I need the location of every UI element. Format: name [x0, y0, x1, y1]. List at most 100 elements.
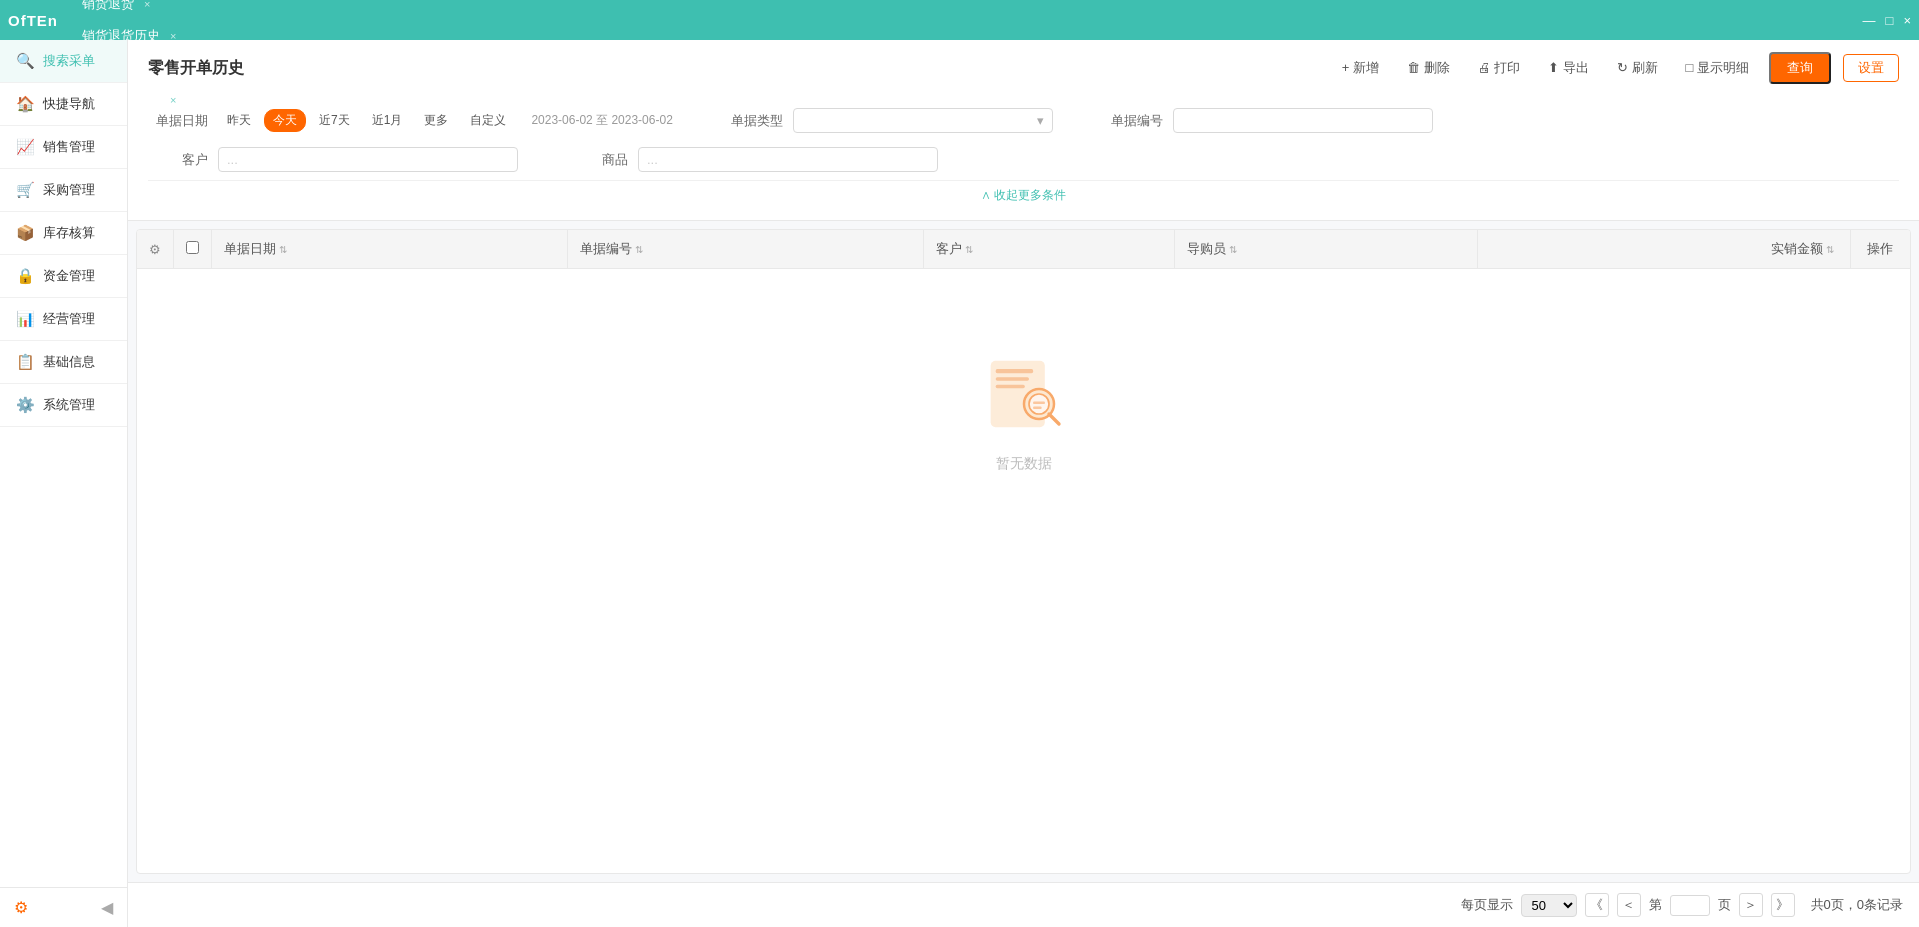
customer-placeholder: ... — [227, 152, 509, 167]
order-type-dropdown-icon: ▾ — [1037, 113, 1044, 128]
sidebar-label-6: 经营管理 — [43, 310, 95, 328]
date-shortcuts: 昨天今天近7天近1月更多自定义 — [218, 109, 515, 132]
prev-page-btn[interactable]: ＜ — [1617, 893, 1641, 917]
filter-area: 单据日期 昨天今天近7天近1月更多自定义 2023-06-02 至 2023-0… — [148, 94, 1899, 220]
order-no-input[interactable] — [1173, 108, 1433, 133]
tab-close-icon[interactable]: × — [170, 94, 176, 106]
delete-button[interactable]: 🗑 删除 — [1399, 55, 1458, 81]
tab-close-icon[interactable]: × — [144, 62, 150, 74]
page-number-input[interactable]: 1 — [1670, 895, 1710, 916]
empty-state: 暂无数据 — [137, 269, 1910, 553]
sidebar-label-2: 销售管理 — [43, 138, 95, 156]
sidebar-item-0[interactable]: 🔍搜索采单 — [0, 40, 127, 83]
sidebar-item-7[interactable]: 📋基础信息 — [0, 341, 127, 384]
total-label: 共0页，0条记录 — [1811, 896, 1903, 914]
per-page-select[interactable]: 50 10 20 100 — [1521, 894, 1577, 917]
col-op: 操作 — [1850, 230, 1910, 269]
select-all-checkbox[interactable] — [186, 241, 199, 254]
sidebar-item-6[interactable]: 📊 经营管理 — [0, 298, 127, 341]
brand-logo: OfTEn — [8, 12, 58, 29]
date-label: 单据日期 — [148, 112, 208, 130]
order-type-select[interactable]: ▾ — [793, 108, 1053, 133]
empty-text: 暂无数据 — [996, 455, 1052, 473]
sidebar-icon-5: 🔒 — [16, 267, 35, 285]
date-shortcut-近7天[interactable]: 近7天 — [310, 109, 359, 132]
product-select[interactable]: ... — [638, 147, 938, 172]
date-shortcut-昨天[interactable]: 昨天 — [218, 109, 260, 132]
date-shortcut-自定义[interactable]: 自定义 — [461, 109, 515, 132]
sort-icon-date: ⇅ — [279, 244, 287, 255]
sort-icon-amount: ⇅ — [1826, 244, 1834, 255]
sidebar-item-4[interactable]: 📦库存核算 — [0, 212, 127, 255]
print-button[interactable]: 🖨 打印 — [1470, 55, 1529, 81]
col-op-label: 操作 — [1867, 241, 1893, 256]
window-controls: — □ × — [1863, 13, 1911, 28]
sidebar-icon-6: 📊 — [16, 310, 35, 328]
sort-icon-customer: ⇅ — [965, 244, 973, 255]
sidebar-label-7: 基础信息 — [43, 353, 95, 371]
order-no-label: 单据编号 — [1103, 112, 1163, 130]
close-btn[interactable]: × — [1903, 13, 1911, 28]
collapse-filter-bar[interactable]: ∧ 收起更多条件 — [148, 180, 1899, 210]
first-page-btn[interactable]: 《 — [1585, 893, 1609, 917]
sidebar-item-8[interactable]: ⚙️系统管理 — [0, 384, 127, 427]
date-shortcut-近1月[interactable]: 近1月 — [363, 109, 412, 132]
date-shortcut-更多[interactable]: 更多 — [415, 109, 457, 132]
col-date-label: 单据日期 — [224, 240, 276, 258]
filter-row-1: 单据日期 昨天今天近7天近1月更多自定义 2023-06-02 至 2023-0… — [148, 104, 1899, 137]
sort-icon-order-no: ⇅ — [635, 244, 643, 255]
content-area: 零售开单历史 + 新增 🗑 删除 🖨 打印 ⬆ 导出 ↻ 刷新 □ 显示明细 查… — [128, 40, 1919, 927]
sidebar-icon-1: 🏠 — [16, 95, 35, 113]
export-button[interactable]: ⬆ 导出 — [1540, 55, 1597, 81]
display-detail-button[interactable]: □ 显示明细 — [1678, 55, 1757, 81]
col-date: 单据日期 ⇅ — [212, 230, 568, 269]
maximize-btn[interactable]: □ — [1886, 13, 1894, 28]
sidebar-bottom: ⚙ ◀ — [0, 887, 127, 927]
sort-amount[interactable]: 实销金额 ⇅ — [1490, 240, 1833, 258]
data-table: ⚙ 单据日期 ⇅ 单据编号 — [137, 230, 1910, 269]
date-shortcut-今天[interactable]: 今天 — [264, 109, 306, 132]
sidebar-item-3[interactable]: 🛒采购管理 — [0, 169, 127, 212]
col-gear[interactable]: ⚙ — [137, 230, 174, 269]
add-button[interactable]: + 新增 — [1334, 55, 1387, 81]
collapse-sidebar-icon[interactable]: ◀ — [101, 898, 113, 917]
sidebar: 🔍搜索采单 🏠 快捷导航 📈销售管理🛒采购管理📦库存核算🔒资金管理 📊 经营管理 📋基础信息… — [0, 40, 128, 927]
sidebar-nav: 🔍搜索采单 🏠 快捷导航 📈销售管理🛒采购管理📦库存核算🔒资金管理 📊 经营管理 📋基础信息… — [0, 40, 127, 427]
svg-rect-3 — [995, 385, 1024, 388]
sort-order-no[interactable]: 单据编号 ⇅ — [580, 240, 911, 258]
product-placeholder: ... — [647, 152, 929, 167]
sidebar-item-1[interactable]: 🏠 快捷导航 — [0, 83, 127, 126]
next-page-btn[interactable]: ＞ — [1739, 893, 1763, 917]
nav-tab-销货退货[interactable]: 销货退货× — [68, 0, 190, 20]
col-checkbox[interactable] — [174, 230, 212, 269]
sort-salesperson[interactable]: 导购员 ⇅ — [1187, 240, 1465, 258]
customer-select[interactable]: ... — [218, 147, 518, 172]
page-title-row: 零售开单历史 + 新增 🗑 删除 🖨 打印 ⬆ 导出 ↻ 刷新 □ 显示明细 查… — [148, 52, 1899, 84]
gear-icon[interactable]: ⚙ — [149, 242, 161, 257]
sidebar-item-2[interactable]: 📈销售管理 — [0, 126, 127, 169]
sort-icon-salesperson: ⇅ — [1229, 244, 1237, 255]
col-order-no-label: 单据编号 — [580, 240, 632, 258]
sidebar-item-5[interactable]: 🔒资金管理 — [0, 255, 127, 298]
order-type-label: 单据类型 — [723, 112, 783, 130]
sort-date[interactable]: 单据日期 ⇅ — [224, 240, 555, 258]
minimize-btn[interactable]: — — [1863, 13, 1876, 28]
sort-customer[interactable]: 客户 ⇅ — [936, 240, 1162, 258]
sidebar-icon-8: ⚙️ — [16, 396, 35, 414]
query-button[interactable]: 查询 — [1769, 52, 1831, 84]
svg-rect-7 — [1033, 402, 1045, 405]
settings-button[interactable]: 设置 — [1843, 54, 1899, 82]
empty-illustration — [974, 349, 1074, 439]
tab-close-icon[interactable]: × — [170, 30, 176, 42]
refresh-button[interactable]: ↻ 刷新 — [1609, 55, 1666, 81]
sidebar-icon-3: 🛒 — [16, 181, 35, 199]
svg-rect-1 — [995, 369, 1032, 373]
sidebar-icon-0: 🔍 — [16, 52, 35, 70]
tab-close-icon[interactable]: × — [144, 0, 150, 10]
svg-rect-2 — [995, 377, 1028, 380]
sidebar-label-1: 快捷导航 — [43, 95, 95, 113]
settings-icon[interactable]: ⚙ — [14, 898, 28, 917]
pagination: 每页显示 50 10 20 100 《 ＜ 第 1 页 ＞ 》 共0页，0条记录 — [128, 882, 1919, 927]
sidebar-label-4: 库存核算 — [43, 224, 95, 242]
last-page-btn[interactable]: 》 — [1771, 893, 1795, 917]
